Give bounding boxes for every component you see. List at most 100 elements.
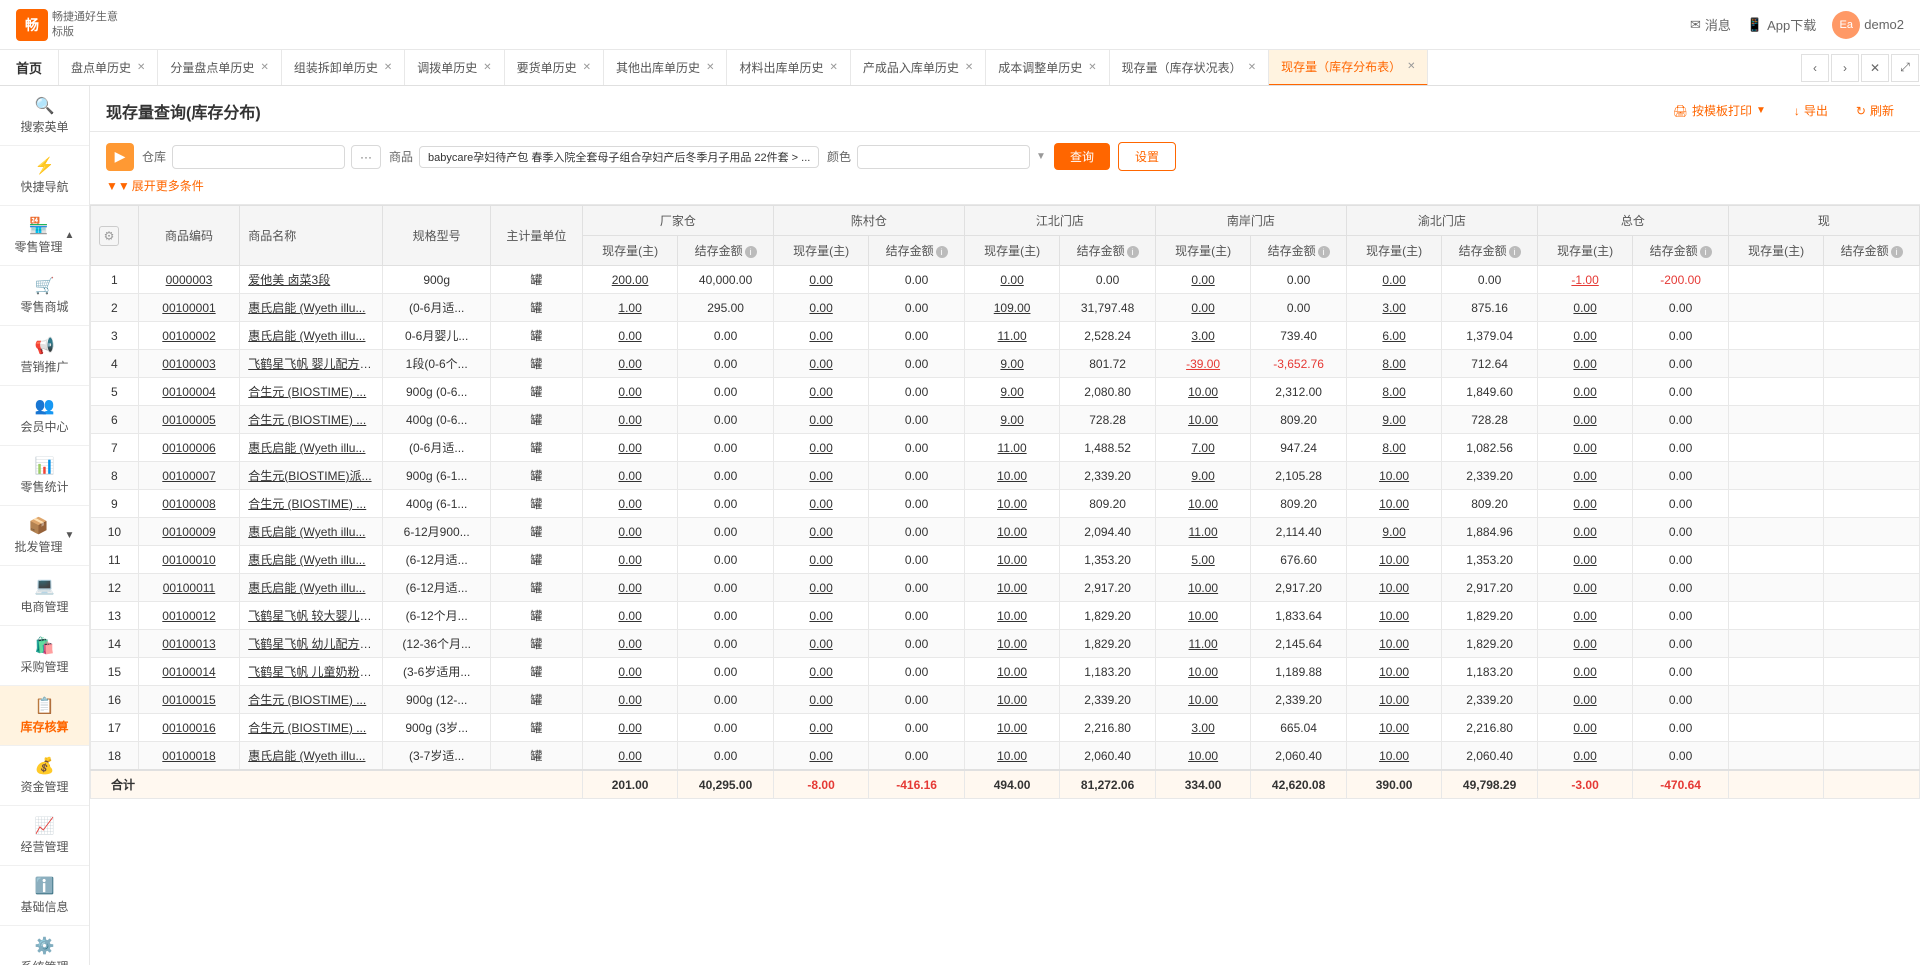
cell-factory-qty[interactable]: 1.00	[582, 294, 678, 322]
close-tab-3-icon[interactable]: ✕	[483, 62, 491, 73]
cell-factory-qty[interactable]: 0.00	[582, 406, 678, 434]
cell-code[interactable]: 00100001	[138, 294, 239, 322]
close-tab-10-icon[interactable]: ✕	[1407, 61, 1415, 72]
cell-code[interactable]: 00100012	[138, 602, 239, 630]
cell-total-qty[interactable]: 0.00	[1537, 574, 1633, 602]
cell-yubei-qty[interactable]: 8.00	[1346, 378, 1442, 406]
curr-amt-info-icon[interactable]: i	[1891, 246, 1903, 258]
chen-amt-info-icon[interactable]: i	[936, 246, 948, 258]
cell-yubei-qty[interactable]: 6.00	[1346, 322, 1442, 350]
cell-factory-qty[interactable]: 0.00	[582, 686, 678, 714]
table-container[interactable]: ⚙ 商品编码 商品名称 规格型号 主计量单位 厂家仓 陈村仓 江北门店 南岸门店…	[90, 205, 1920, 965]
expand-conditions-btn[interactable]: ▼▼ 展开更多条件	[106, 177, 1904, 194]
cell-nanan-qty[interactable]: 7.00	[1155, 434, 1251, 462]
cell-name[interactable]: 飞鹤星飞帆 儿童奶粉 4...	[240, 658, 383, 686]
cell-nanan-qty[interactable]: 0.00	[1155, 266, 1251, 294]
cell-chen-qty[interactable]: 0.00	[773, 658, 869, 686]
cell-chen-qty[interactable]: 0.00	[773, 518, 869, 546]
message-btn[interactable]: ✉ 消息	[1690, 15, 1731, 34]
cell-code[interactable]: 00100003	[138, 350, 239, 378]
tab-2[interactable]: 组装拆卸单历史 ✕	[282, 50, 405, 86]
cell-total-qty[interactable]: 0.00	[1537, 350, 1633, 378]
cell-yubei-qty[interactable]: 10.00	[1346, 462, 1442, 490]
nav-expand-icon[interactable]: ⤢	[1891, 54, 1919, 82]
nav-next-icon[interactable]: ›	[1831, 54, 1859, 82]
cell-yubei-qty[interactable]: 9.00	[1346, 518, 1442, 546]
app-download-btn[interactable]: 📱 App下载	[1747, 15, 1816, 34]
close-tab-7-icon[interactable]: ✕	[965, 62, 973, 73]
cell-total-qty[interactable]: 0.00	[1537, 378, 1633, 406]
tab-10[interactable]: 现存量（库存分布表） ✕	[1269, 50, 1428, 86]
cell-jiangbei-qty[interactable]: 10.00	[964, 658, 1060, 686]
cell-jiangbei-qty[interactable]: 9.00	[964, 406, 1060, 434]
cell-yubei-qty[interactable]: 10.00	[1346, 602, 1442, 630]
cell-total-qty[interactable]: 0.00	[1537, 658, 1633, 686]
cell-nanan-qty[interactable]: 10.00	[1155, 742, 1251, 771]
cell-name[interactable]: 惠氏启能 (Wyeth illu...	[240, 742, 383, 771]
sidebar-item-system[interactable]: ⚙️ 系统管理	[0, 926, 89, 965]
warehouse-ellipsis-btn[interactable]: ···	[351, 145, 381, 169]
cell-yubei-qty[interactable]: 10.00	[1346, 714, 1442, 742]
cell-nanan-qty[interactable]: 10.00	[1155, 378, 1251, 406]
cell-nanan-qty[interactable]: 10.00	[1155, 686, 1251, 714]
nav-close-icon[interactable]: ✕	[1861, 54, 1889, 82]
sidebar-item-finance[interactable]: 💰 资金管理	[0, 746, 89, 806]
sidebar-item-retail-stats[interactable]: 📊 零售统计	[0, 446, 89, 506]
cell-jiangbei-qty[interactable]: 9.00	[964, 378, 1060, 406]
cell-nanan-qty[interactable]: 11.00	[1155, 518, 1251, 546]
cell-total-qty[interactable]: 0.00	[1537, 462, 1633, 490]
cell-code[interactable]: 00100011	[138, 574, 239, 602]
sidebar-item-members[interactable]: 👥 会员中心	[0, 386, 89, 446]
cell-jiangbei-qty[interactable]: 10.00	[964, 546, 1060, 574]
sidebar-item-purchase[interactable]: 🛍️ 采购管理	[0, 626, 89, 686]
cell-name[interactable]: 合生元 (BIOSTIME) ...	[240, 686, 383, 714]
cell-yubei-qty[interactable]: 10.00	[1346, 686, 1442, 714]
cell-nanan-qty[interactable]: 10.00	[1155, 490, 1251, 518]
cell-name[interactable]: 惠氏启能 (Wyeth illu...	[240, 322, 383, 350]
query-button[interactable]: 查询	[1054, 143, 1110, 170]
refresh-button[interactable]: ↻ 刷新	[1846, 98, 1904, 123]
filter-collapse-button[interactable]: ▶	[106, 143, 134, 171]
cell-chen-qty[interactable]: 0.00	[773, 378, 869, 406]
tab-3[interactable]: 调拨单历史 ✕	[405, 50, 504, 86]
cell-factory-qty[interactable]: 200.00	[582, 266, 678, 294]
cell-code[interactable]: 00100002	[138, 322, 239, 350]
cell-code[interactable]: 00100007	[138, 462, 239, 490]
close-tab-5-icon[interactable]: ✕	[706, 62, 714, 73]
cell-factory-qty[interactable]: 0.00	[582, 574, 678, 602]
cell-nanan-qty[interactable]: 9.00	[1155, 462, 1251, 490]
close-tab-6-icon[interactable]: ✕	[829, 62, 837, 73]
warehouse-input[interactable]	[172, 145, 345, 169]
cell-code[interactable]: 00100013	[138, 630, 239, 658]
cell-total-qty[interactable]: 0.00	[1537, 322, 1633, 350]
cell-code[interactable]: 00100008	[138, 490, 239, 518]
tab-4[interactable]: 要货单历史 ✕	[505, 50, 604, 86]
cell-jiangbei-qty[interactable]: 0.00	[964, 266, 1060, 294]
cell-name[interactable]: 惠氏启能 (Wyeth illu...	[240, 518, 383, 546]
cell-chen-qty[interactable]: 0.00	[773, 490, 869, 518]
cell-code[interactable]: 0000003	[138, 266, 239, 294]
cell-total-qty[interactable]: 0.00	[1537, 602, 1633, 630]
cell-name[interactable]: 飞鹤星飞帆 幼儿配方奶...	[240, 630, 383, 658]
cell-jiangbei-qty[interactable]: 10.00	[964, 462, 1060, 490]
cell-yubei-qty[interactable]: 10.00	[1346, 546, 1442, 574]
cell-nanan-qty[interactable]: 10.00	[1155, 602, 1251, 630]
sidebar-item-retail-mgmt[interactable]: 🏪 零售管理 ▲	[0, 206, 89, 266]
cell-chen-qty[interactable]: 0.00	[773, 350, 869, 378]
tab-5[interactable]: 其他出库单历史 ✕	[604, 50, 727, 86]
cell-factory-qty[interactable]: 0.00	[582, 462, 678, 490]
nav-prev-icon[interactable]: ‹	[1801, 54, 1829, 82]
cell-total-qty[interactable]: 0.00	[1537, 686, 1633, 714]
cell-jiangbei-qty[interactable]: 10.00	[964, 714, 1060, 742]
tab-9[interactable]: 现存量（库存状况表） ✕	[1110, 50, 1269, 86]
jiangbei-amt-info-icon[interactable]: i	[1127, 246, 1139, 258]
cell-total-qty[interactable]: 0.00	[1537, 546, 1633, 574]
cell-chen-qty[interactable]: 0.00	[773, 406, 869, 434]
cell-yubei-qty[interactable]: 10.00	[1346, 658, 1442, 686]
cell-code[interactable]: 00100015	[138, 686, 239, 714]
cell-factory-qty[interactable]: 0.00	[582, 742, 678, 771]
user-area[interactable]: Ea demo2	[1832, 11, 1904, 39]
tab-7[interactable]: 产成品入库单历史 ✕	[851, 50, 986, 86]
tab-8[interactable]: 成本调整单历史 ✕	[986, 50, 1109, 86]
cell-factory-qty[interactable]: 0.00	[582, 658, 678, 686]
